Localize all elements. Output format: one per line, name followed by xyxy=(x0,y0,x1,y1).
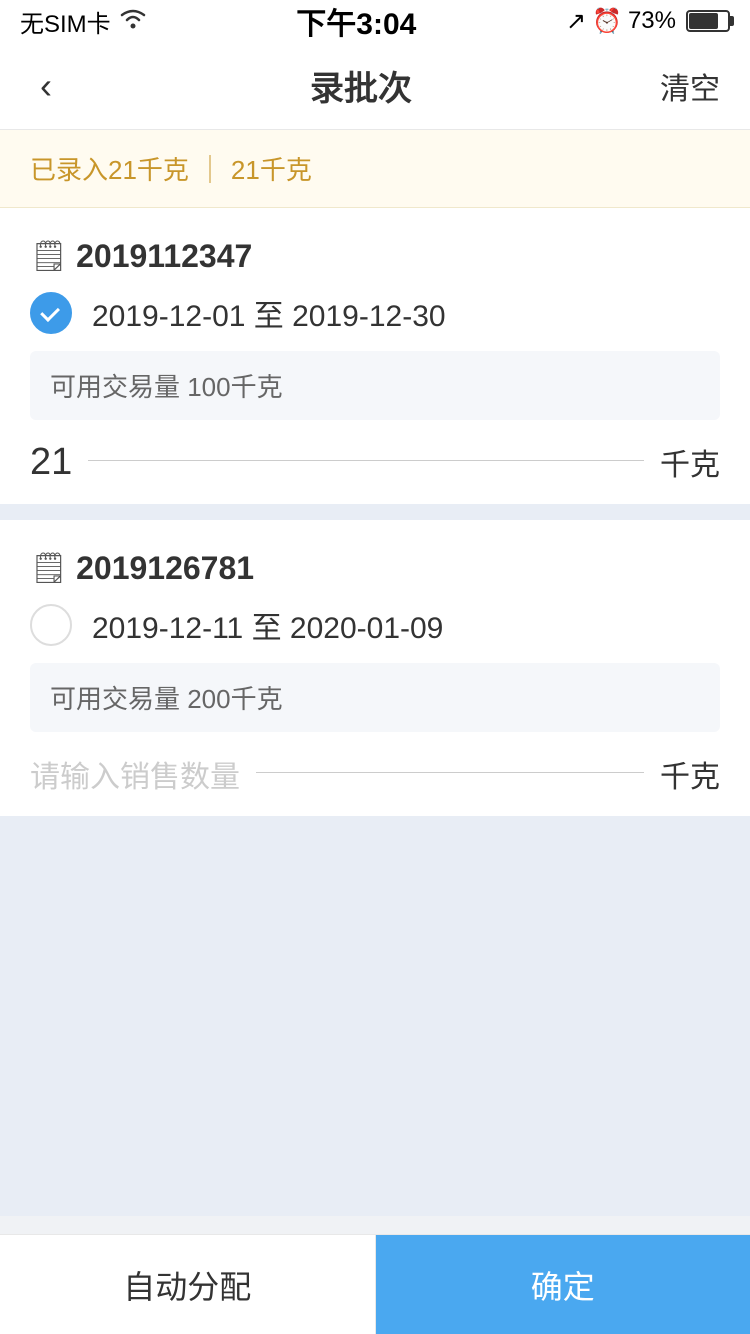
batch-2-id: 2019126781 xyxy=(76,550,254,587)
recorded-text: 已录入21千克 xyxy=(30,150,189,187)
status-right: ↗ ⏰ 73% xyxy=(566,7,730,36)
batch-1-date-row: 2019-12-01 至 2019-12-30 xyxy=(30,291,720,335)
wifi-icon xyxy=(119,7,147,36)
batch-1-header: 🗒 2019112347 xyxy=(30,238,720,275)
content-background xyxy=(0,816,750,1216)
batch-1-divider-line xyxy=(88,460,644,461)
summary-bar: 已录入21千克 21千克 xyxy=(0,130,750,208)
summary-divider xyxy=(209,155,211,183)
batch-2-date-row: 2019-12-11 至 2020-01-09 xyxy=(30,603,720,647)
batch-2-available: 可用交易量 200千克 xyxy=(30,663,720,732)
status-left: 无SIM卡 xyxy=(20,4,147,39)
status-time: 下午3:04 xyxy=(296,0,416,43)
battery-icon xyxy=(686,10,730,32)
batch-1-icon: 🗒 xyxy=(30,239,68,274)
batch-1-date: 2019-12-01 至 2019-12-30 xyxy=(92,291,446,335)
bottom-bar: 自动分配 确定 xyxy=(0,1234,750,1334)
batch-2-section: 🗒 2019126781 2019-12-11 至 2020-01-09 可用交… xyxy=(0,520,750,816)
batch-2-quantity-placeholder: 请输入销售数量 xyxy=(30,752,240,796)
back-button[interactable]: ‹ xyxy=(30,55,62,117)
alarm-icon: ⏰ xyxy=(592,7,622,36)
batch-1-section: 🗒 2019112347 2019-12-01 至 2019-12-30 可用交… xyxy=(0,208,750,504)
batch-2-item: 🗒 2019126781 2019-12-11 至 2020-01-09 可用交… xyxy=(0,520,750,732)
page-title: 录批次 xyxy=(310,61,412,110)
status-bar: 无SIM卡 下午3:04 ↗ ⏰ 73% xyxy=(0,0,750,42)
sim-status: 无SIM卡 xyxy=(20,4,111,39)
batch-2-quantity-row: 请输入销售数量 千克 xyxy=(0,732,750,816)
batch-1-id: 2019112347 xyxy=(76,238,252,275)
batch-1-quantity-value: 21 xyxy=(30,441,72,484)
batch-2-date: 2019-12-11 至 2020-01-09 xyxy=(92,603,443,647)
batch-2-radio[interactable] xyxy=(30,604,72,646)
batch-1-unit: 千克 xyxy=(660,440,720,484)
batch-2-icon: 🗒 xyxy=(30,551,68,586)
confirm-button[interactable]: 确定 xyxy=(376,1235,750,1334)
location-icon: ↗ xyxy=(566,7,586,36)
battery-percent: 73% xyxy=(628,7,676,35)
batch-1-radio[interactable] xyxy=(30,292,72,334)
batch-2-unit: 千克 xyxy=(660,752,720,796)
batch-1-available: 可用交易量 100千克 xyxy=(30,351,720,420)
nav-bar: ‹ 录批次 清空 xyxy=(0,42,750,130)
batch-2-header: 🗒 2019126781 xyxy=(30,550,720,587)
batch-1-item: 🗒 2019112347 2019-12-01 至 2019-12-30 可用交… xyxy=(0,208,750,420)
auto-distribute-button[interactable]: 自动分配 xyxy=(0,1235,376,1334)
batch-1-quantity-row: 21 千克 xyxy=(0,420,750,504)
total-text: 21千克 xyxy=(231,150,312,187)
batch-2-underline xyxy=(256,772,644,773)
clear-button[interactable]: 清空 xyxy=(660,64,720,108)
section-divider-1 xyxy=(0,504,750,520)
